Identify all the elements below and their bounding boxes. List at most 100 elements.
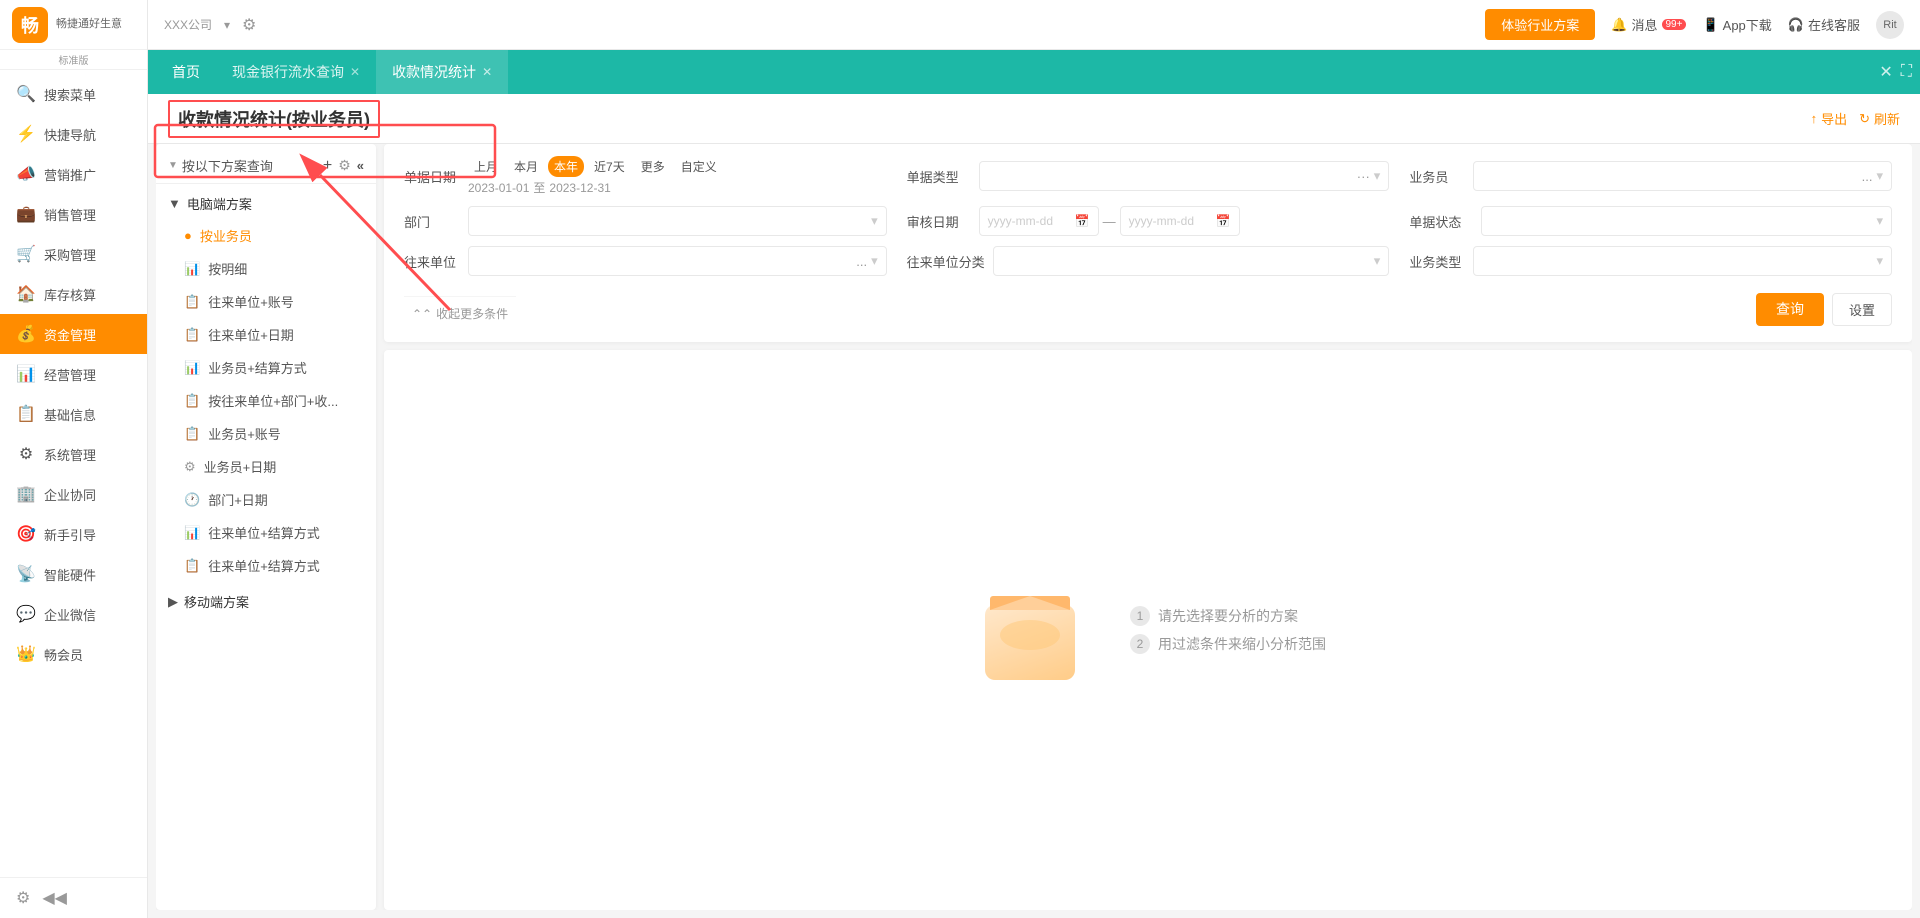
sidebar-item-finance[interactable]: 💰 资金管理 [0,314,147,354]
scheme-item-salesman-account[interactable]: 📋 业务员+账号 [156,417,376,450]
dept-dropdown-icon: ▾ [871,213,878,229]
date-label: 单据日期 [404,167,460,186]
date-tab-custom[interactable]: 自定义 [675,156,723,177]
scheme-group-mobile-title[interactable]: ▶ 移动端方案 [156,586,376,617]
sidebar-label-purchase: 采购管理 [44,245,96,264]
sidebar-item-operations[interactable]: 📊 经营管理 [0,354,147,394]
doc-type-select[interactable]: ··· ▾ [979,161,1390,191]
system-icon: ⚙ [16,444,36,464]
refresh-label: 刷新 [1874,109,1900,128]
doc-type-label: 单据类型 [907,167,971,186]
settings-button[interactable]: 设置 [1832,293,1892,326]
query-button[interactable]: 查询 [1756,293,1824,326]
sidebar-item-enterprise[interactable]: 🏢 企业协同 [0,474,147,514]
sidebar-item-system[interactable]: ⚙ 系统管理 [0,434,147,474]
box-shadow [1000,620,1060,650]
scheme-group-desktop-title[interactable]: ▼ 电脑端方案 [156,188,376,219]
tab-home[interactable]: 首页 [156,50,216,94]
sidebar-item-guide[interactable]: 🎯 新手引导 [0,514,147,554]
scheme-item-unit-settlement2[interactable]: 📋 往来单位+结算方式 [156,549,376,582]
scheme-item-unit-dept-collection[interactable]: 📋 按往来单位+部门+收... [156,384,376,417]
business-type-dropdown-icon: ▾ [1876,253,1883,269]
scheme-item-unit-settlement1[interactable]: 📊 往来单位+结算方式 [156,516,376,549]
trial-button[interactable]: 体验行业方案 [1485,9,1595,40]
tab-bank[interactable]: 现金银行流水查询 ✕ [216,50,376,94]
scheme-item-by-detail[interactable]: 📊 按明细 [156,252,376,285]
bank-tab-close[interactable]: ✕ [350,65,360,79]
collection-tab-close[interactable]: ✕ [482,65,492,79]
filter-doc-status: 单据状态 ▾ [1409,206,1892,236]
refresh-button[interactable]: ↻ 刷新 [1859,109,1900,128]
sidebar-item-hardware[interactable]: 📡 智能硬件 [0,554,147,594]
date-range: 2023-01-01 至 2023-12-31 [468,179,723,196]
sidebar-item-quicknav[interactable]: ⚡ 快捷导航 [0,114,147,154]
salesman-select[interactable]: ... ▾ [1473,161,1892,191]
sidebar-item-sales[interactable]: 💼 销售管理 [0,194,147,234]
business-type-select[interactable]: ▾ [1473,246,1892,276]
sidebar-label-enterprise: 企业协同 [44,485,96,504]
sidebar-item-marketing[interactable]: 📣 营销推广 [0,154,147,194]
date-tab-more[interactable]: 更多 [635,156,671,177]
header-settings-icon[interactable]: ⚙ [242,15,256,35]
page-title: 收款情况统计(按业务员) [168,100,380,138]
scheme-group-mobile: ▶ 移动端方案 [156,586,376,617]
doc-status-select[interactable]: ▾ [1481,206,1892,236]
desktop-group-label: 电脑端方案 [187,194,252,213]
partner-select[interactable]: ... ▾ [468,246,887,276]
sidebar-item-inventory[interactable]: 🏠 库存核算 [0,274,147,314]
bank-tab-label: 现金银行流水查询 [232,62,344,82]
scheme-collapse-icon[interactable]: « [357,158,364,173]
sidebar-item-wechat[interactable]: 💬 企业微信 [0,594,147,634]
sidebar-label-member: 畅会员 [44,645,83,664]
bell-icon: 🔔 [1611,17,1627,33]
online-service-label: 在线客服 [1808,15,1860,34]
messages-btn[interactable]: 🔔 消息 99+ [1611,15,1686,34]
empty-hints: 1 请先选择要分析的方案 2 用过滤条件来缩小分析范围 [1130,606,1326,654]
scheme-item-unit-date[interactable]: 📋 往来单位+日期 [156,318,376,351]
sidebar-item-basic[interactable]: 📋 基础信息 [0,394,147,434]
sidebar-item-purchase[interactable]: 🛒 采购管理 [0,234,147,274]
audit-date-from-input[interactable]: yyyy-mm-dd 📅 [979,206,1099,236]
tab-collection[interactable]: 收款情况统计 ✕ [376,50,508,94]
footer-settings-icon[interactable]: ⚙ [16,888,30,908]
salesman-more-icon[interactable]: ... [1862,169,1873,184]
sidebar-label-inventory: 库存核算 [44,285,96,304]
scheme-add-icon[interactable]: + [323,157,332,175]
date-tab-last-month[interactable]: 上月 [468,156,504,177]
scheme-item-unit-account[interactable]: 📋 往来单位+账号 [156,285,376,318]
scheme-settings-icon[interactable]: ⚙ [338,157,351,174]
export-button[interactable]: ↑ 导出 [1811,109,1848,128]
dept-date-icon: 🕐 [184,492,200,508]
app-download-btn[interactable]: 📱 App下载 [1702,15,1771,34]
scheme-item-by-salesman[interactable]: ● 按业务员 [156,219,376,252]
empty-illustration [970,570,1090,690]
breadcrumb-dropdown-icon[interactable]: ▾ [224,18,230,32]
collapse-more-btn[interactable]: ⌃⌃ 收起更多条件 [404,296,516,330]
calendar-icon2: 📅 [1216,214,1231,228]
date-tab-this-year[interactable]: 本年 [548,156,584,177]
user-avatar[interactable]: Rit [1876,11,1904,39]
member-icon: 👑 [16,644,36,664]
tab-close-btn[interactable]: ✕ [1879,62,1892,82]
date-tab-7days[interactable]: 近7天 [588,156,631,177]
collapse-arrow-icon: ⌃⌃ [412,307,432,321]
logo-icon: 畅 [12,7,48,43]
sidebar-item-search[interactable]: 🔍 搜索菜单 [0,74,147,114]
scheme-item-salesman-settlement[interactable]: 📊 业务员+结算方式 [156,351,376,384]
online-service-btn[interactable]: 🎧 在线客服 [1788,15,1860,34]
partner-category-select[interactable]: ▾ [993,246,1390,276]
dept-select[interactable]: ▾ [468,206,887,236]
doc-type-more-icon[interactable]: ··· [1357,169,1370,184]
date-tab-this-month[interactable]: 本月 [508,156,544,177]
scheme-item-salesman-date[interactable]: ⚙ 业务员+日期 [156,450,376,483]
footer-collapse-icon[interactable]: ◀◀ [42,888,67,908]
messages-badge: 99+ [1662,19,1687,30]
tab-bar: 首页 现金银行流水查询 ✕ 收款情况统计 ✕ ✕ ⛶ [148,50,1920,94]
header-actions: 体验行业方案 🔔 消息 99+ 📱 App下载 🎧 在线客服 Rit [1485,9,1904,40]
filter-partner-category: 往来单位分类 ▾ [907,246,1390,276]
tab-maximize-btn[interactable]: ⛶ [1901,63,1912,81]
partner-more-icon[interactable]: ... [856,254,867,269]
audit-date-to-input[interactable]: yyyy-mm-dd 📅 [1120,206,1240,236]
scheme-item-dept-date[interactable]: 🕐 部门+日期 [156,483,376,516]
sidebar-item-member[interactable]: 👑 畅会员 [0,634,147,674]
